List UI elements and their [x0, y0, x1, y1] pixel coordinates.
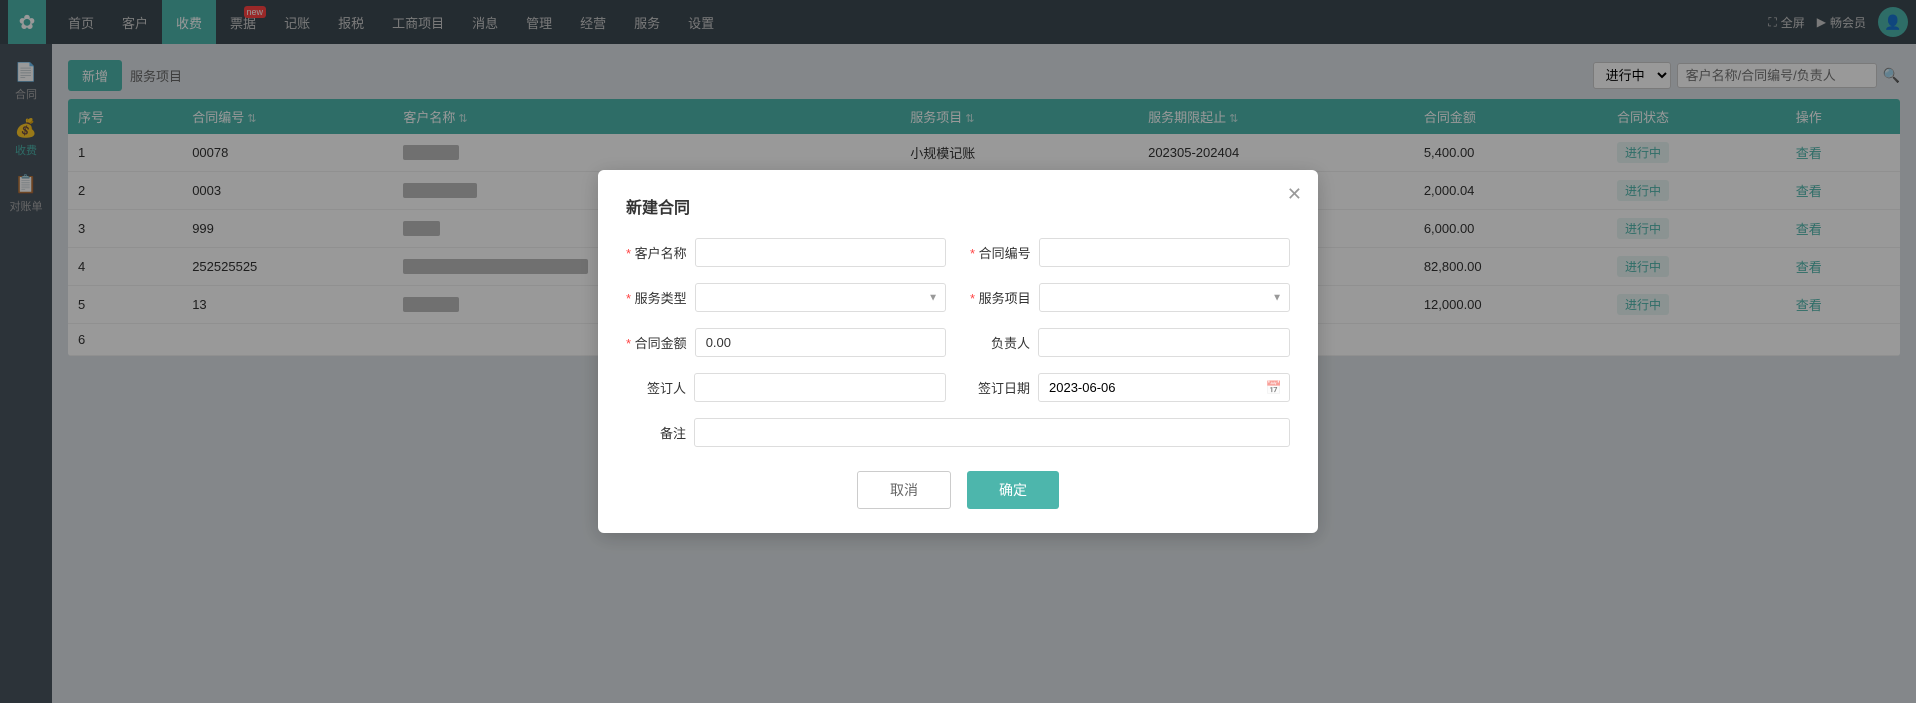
cancel-button[interactable]: 取消	[857, 471, 951, 509]
form-row-amount: 合同金额	[626, 328, 946, 357]
contract-no-label: 合同编号	[970, 243, 1031, 262]
form-row-service-type: 服务类型	[626, 283, 946, 312]
form-row-signatory: 签订人	[626, 373, 946, 402]
customer-name-label: 客户名称	[626, 243, 687, 262]
modal-overlay: ✕ 新建合同 客户名称 合同编号 服务类型 服	[0, 0, 1916, 703]
modal-close-button[interactable]: ✕	[1287, 184, 1302, 205]
form-row-customer: 客户名称	[626, 238, 946, 267]
signatory-input[interactable]	[694, 373, 946, 402]
form-row-service-item: 服务项目	[970, 283, 1290, 312]
confirm-button[interactable]: 确定	[967, 471, 1059, 509]
service-type-select[interactable]	[695, 283, 946, 312]
form-row-responsible: 负责人	[970, 328, 1290, 357]
form-row-remark: 备注	[626, 418, 1290, 447]
form-row-sign-date: 签订日期	[970, 373, 1290, 402]
customer-name-input[interactable]	[695, 238, 946, 267]
sign-date-wrap	[1038, 373, 1290, 402]
sign-date-input[interactable]	[1038, 373, 1290, 402]
contract-amount-label: 合同金额	[626, 333, 687, 352]
modal-footer: 取消 确定	[626, 471, 1290, 509]
contract-amount-input[interactable]	[695, 328, 946, 357]
service-item-label: 服务项目	[970, 288, 1031, 307]
new-contract-modal: ✕ 新建合同 客户名称 合同编号 服务类型 服	[598, 170, 1318, 533]
service-item-select[interactable]	[1039, 283, 1290, 312]
sign-date-label: 签订日期	[970, 378, 1030, 397]
responsible-input[interactable]	[1038, 328, 1290, 357]
service-item-select-wrap	[1039, 283, 1290, 312]
service-type-label: 服务类型	[626, 288, 687, 307]
form-row-contract-no: 合同编号	[970, 238, 1290, 267]
modal-form: 客户名称 合同编号 服务类型 服务项目	[626, 238, 1290, 447]
responsible-label: 负责人	[970, 333, 1030, 352]
remark-label: 备注	[626, 423, 686, 442]
service-type-select-wrap	[695, 283, 946, 312]
signatory-label: 签订人	[626, 378, 686, 397]
modal-title: 新建合同	[626, 194, 1290, 218]
contract-no-input[interactable]	[1039, 238, 1290, 267]
remark-input[interactable]	[694, 418, 1290, 447]
